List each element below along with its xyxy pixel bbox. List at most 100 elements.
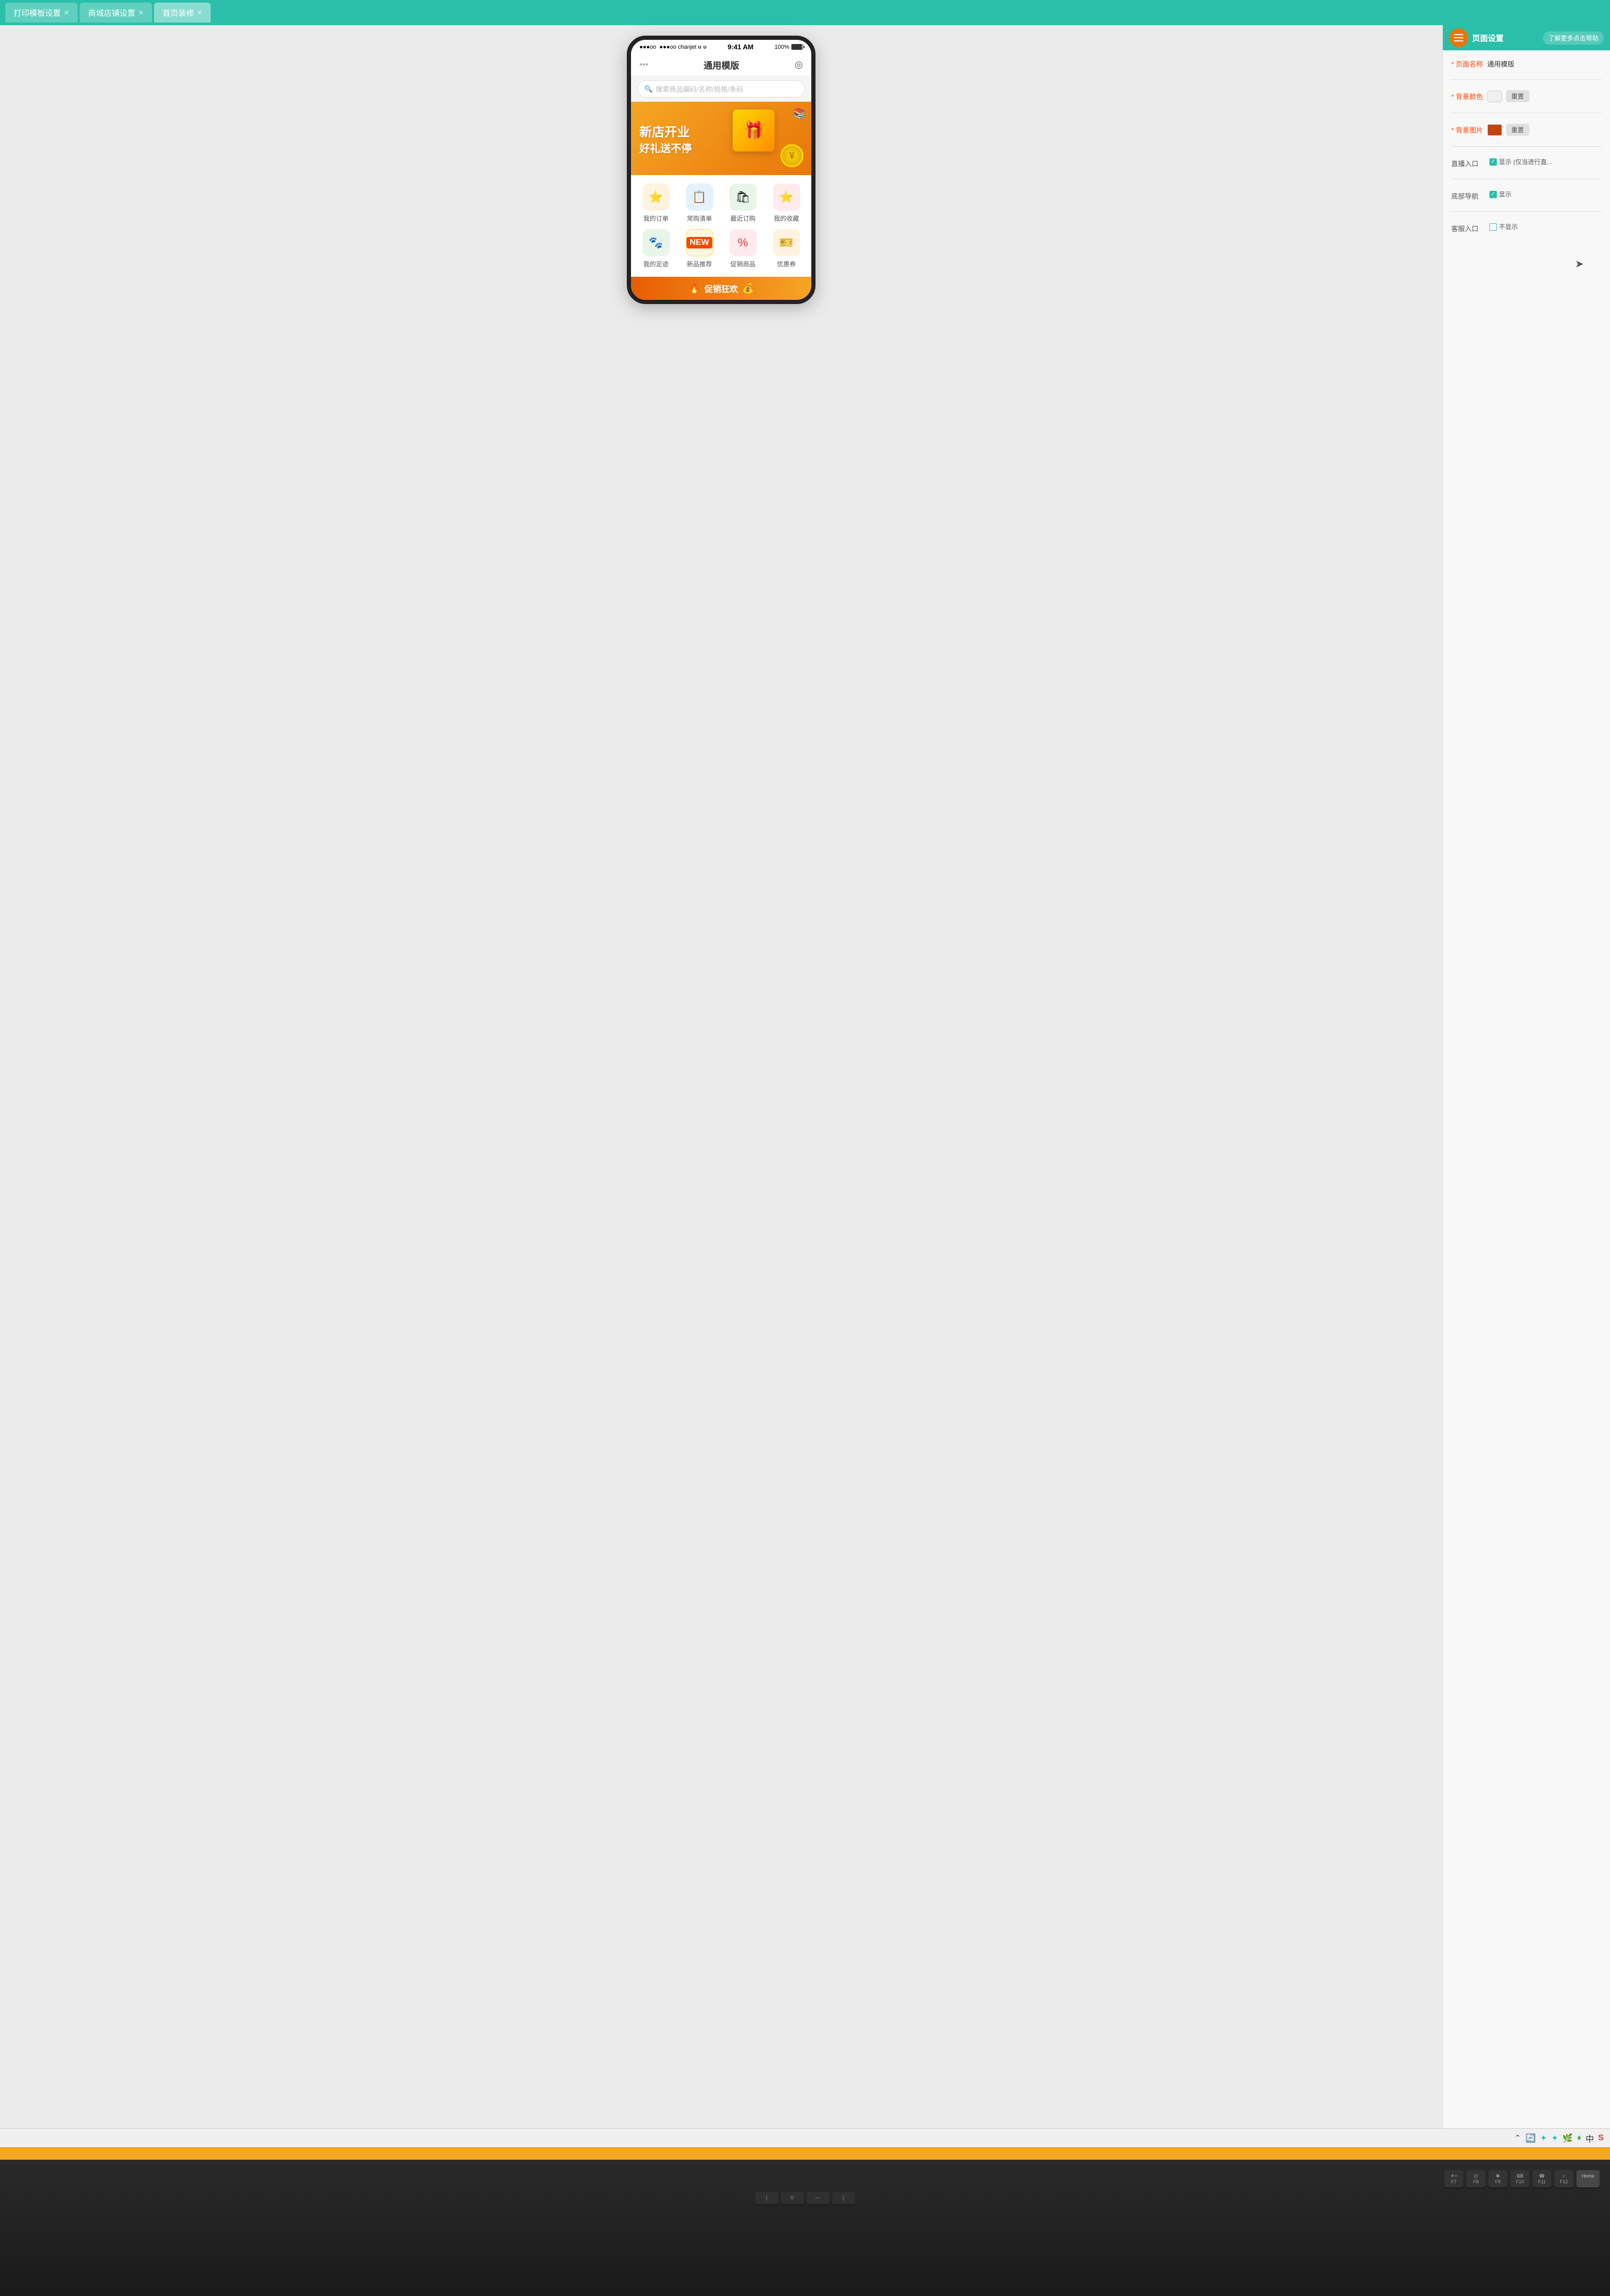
- key-f12[interactable]: ☆F12: [1554, 2170, 1573, 2187]
- wifi-icon: ᲼ᵾ: [703, 44, 706, 50]
- hamburger-line: [1454, 40, 1463, 41]
- key-home[interactable]: Home: [1576, 2170, 1600, 2187]
- search-box[interactable]: 🔍 搜索商品编码/名称/规格/条码: [637, 80, 805, 98]
- menu-item-recent-orders[interactable]: 🛍 最近订购: [722, 183, 764, 223]
- taskbar-refresh-icon[interactable]: 🔄: [1525, 2133, 1536, 2143]
- bottom-nav-show-option[interactable]: ✓ 显示: [1489, 190, 1511, 199]
- menu-item-my-orders[interactable]: ⭐ 我的订单: [635, 183, 677, 223]
- bg-image-row: * 背景图片 重置: [1451, 124, 1602, 136]
- menu-item-footprint[interactable]: 🐾 我的足迹: [635, 229, 677, 268]
- customer-service-content: 不显示: [1489, 222, 1518, 231]
- menu-item-favorites[interactable]: ⭐ 我的收藏: [766, 183, 807, 223]
- bottom-nav-content: ✓ 显示: [1489, 190, 1511, 199]
- key-f10[interactable]: ⌨F10: [1510, 2170, 1529, 2187]
- favorites-icon-wrapper: ⭐: [773, 183, 800, 211]
- settings-bottom-area: ➤: [1443, 242, 1610, 2147]
- menu-item-new-products[interactable]: NEW 新品推荐: [679, 229, 720, 268]
- header-icons: ◎: [795, 59, 803, 70]
- promo-icon-wrapper: %: [730, 229, 757, 256]
- dots-icon: •••: [639, 60, 648, 70]
- search-placeholder: 搜索商品编码/名称/规格/条码: [656, 84, 743, 94]
- customer-service-hide-label: 不显示: [1499, 222, 1518, 231]
- phone-mockup: ●●●oo ●●●oo chanjet ᵾ ᲼ᵾ 9:41 AM 100% ••…: [627, 36, 815, 304]
- coupons-label: 优惠券: [777, 259, 796, 268]
- banner-decoration: 🎁 ¥ 📚: [717, 102, 811, 175]
- help-button[interactable]: 了解更多点击帮助: [1543, 31, 1604, 45]
- cursor-arrow: ➤: [1575, 257, 1584, 270]
- menu-item-promo[interactable]: % 促销商品: [722, 229, 764, 268]
- battery-icon: [791, 44, 803, 50]
- status-right: 100%: [775, 44, 803, 50]
- tab-store-settings[interactable]: 商城店铺设置 ✕: [80, 3, 152, 23]
- hamburger-button[interactable]: [1449, 28, 1468, 47]
- footprint-icon: 🐾: [643, 229, 670, 256]
- right-top-bar: 页面设置 了解更多点击帮助: [1443, 25, 1610, 50]
- key-misc4[interactable]: (: [832, 2192, 855, 2204]
- direct-entry-row: 直播入口 ✓ 显示 (仅当进行直...: [1451, 157, 1602, 168]
- gift-decoration: 🎁 ¥ 📚: [722, 107, 806, 170]
- fn-keys-row: ☀+F7 ⊡F8 ✱F9 ⌨F10 ☎F11 ☆F12 Home: [0, 2170, 1610, 2192]
- taskbar-star-icon[interactable]: ✦: [1540, 2133, 1547, 2143]
- bottom-nav-checkbox[interactable]: ✓: [1489, 191, 1497, 198]
- frequent-label: 常购清单: [687, 214, 712, 223]
- menu-item-coupons[interactable]: 🎫 优惠券: [766, 229, 807, 268]
- new-products-icon-wrapper: NEW: [686, 229, 713, 256]
- key-f7[interactable]: ☀+F7: [1444, 2170, 1463, 2187]
- quick-menu: ⭐ 我的订单 📋 常购清单: [631, 175, 811, 277]
- taskbar-star2-icon[interactable]: ✦: [1551, 2133, 1558, 2143]
- tab-close-icon[interactable]: ✕: [64, 9, 69, 16]
- key-misc1[interactable]: ): [755, 2192, 778, 2204]
- divider: [1451, 146, 1602, 147]
- divider: [1451, 211, 1602, 212]
- status-bar: ●●●oo ●●●oo chanjet ᵾ ᲼ᵾ 9:41 AM 100%: [631, 40, 811, 54]
- favorites-label: 我的收藏: [774, 214, 799, 223]
- recent-orders-icon-wrapper: 🛍: [730, 183, 757, 211]
- app-header: ••• 通用模版 ◎: [631, 54, 811, 76]
- taskbar-language-icon[interactable]: 中: [1585, 2132, 1594, 2145]
- promo-banner-image: 新店开业 好礼送不停 🎁 ¥ 📚: [631, 102, 811, 175]
- search-area: 🔍 搜索商品编码/名称/规格/条码: [631, 76, 811, 102]
- key-f9[interactable]: ✱F9: [1488, 2170, 1507, 2187]
- bg-image-swatch[interactable]: [1487, 124, 1502, 136]
- customer-service-hide-option[interactable]: 不显示: [1489, 222, 1518, 231]
- tab-print-settings[interactable]: 打印模板设置 ✕: [5, 3, 78, 23]
- customer-service-checkbox[interactable]: [1489, 223, 1497, 231]
- tab-close-icon[interactable]: ✕: [197, 9, 202, 16]
- bg-color-swatch[interactable]: [1487, 91, 1502, 102]
- key-misc2[interactable]: 0: [781, 2192, 804, 2204]
- left-panel: ●●●oo ●●●oo chanjet ᵾ ᲼ᵾ 9:41 AM 100% ••…: [0, 25, 1442, 2147]
- checkmark-icon: ✓: [1491, 191, 1495, 197]
- taskbar-diamond-icon[interactable]: ♦: [1577, 2133, 1581, 2143]
- hamburger-line: [1454, 37, 1463, 38]
- taskbar-icons: ⌃ 🔄 ✦ ✦ 🌿 ♦ 中 S: [1514, 2132, 1604, 2145]
- bg-image-reset-button[interactable]: 重置: [1506, 124, 1529, 136]
- recent-orders-icon: 🛍: [730, 183, 757, 211]
- menu-grid: ⭐ 我的订单 📋 常购清单: [635, 183, 807, 268]
- app-title: 通用模版: [648, 58, 795, 71]
- key-f11[interactable]: ☎F11: [1532, 2170, 1551, 2187]
- carrier-name: ●●●oo chanjet ᵾ: [659, 44, 701, 50]
- direct-entry-show-option[interactable]: ✓ 显示 (仅当进行直...: [1489, 157, 1552, 166]
- key-f8[interactable]: ⊡F8: [1466, 2170, 1485, 2187]
- frequent-icon-wrapper: 📋: [686, 183, 713, 211]
- taskbar-chevron-up[interactable]: ⌃: [1514, 2133, 1521, 2143]
- direct-entry-checkbox[interactable]: ✓: [1489, 158, 1497, 166]
- bg-color-row: * 背景颜色 重置: [1451, 90, 1602, 102]
- signal-dots: ●●●oo: [639, 44, 656, 50]
- taskbar-leaf-icon[interactable]: 🌿: [1562, 2133, 1573, 2143]
- banner-container: ⛶ 新店开业 好礼送不停 🎁 ¥ 📚: [631, 102, 811, 175]
- search-icon: 🔍: [644, 85, 652, 93]
- keyboard-keys: ☀+F7 ⊡F8 ✱F9 ⌨F10 ☎F11 ☆F12 Home ) 0 — (: [0, 2170, 1610, 2204]
- taskbar-s-icon[interactable]: S: [1598, 2133, 1604, 2143]
- new-products-label: 新品推荐: [687, 259, 712, 268]
- my-orders-icon: ⭐: [643, 183, 670, 211]
- page-name-row: * 页面名称 通用模版: [1451, 59, 1602, 69]
- key-misc3[interactable]: —: [807, 2192, 830, 2204]
- bg-color-reset-button[interactable]: 重置: [1506, 90, 1529, 102]
- promo-text: 促销狂欢: [704, 282, 738, 295]
- tab-close-icon[interactable]: ✕: [138, 9, 144, 16]
- tab-homepage-decor[interactable]: 首页装修 ✕: [154, 3, 211, 23]
- target-icon: ◎: [795, 59, 803, 70]
- settings-body: * 页面名称 通用模版 * 背景颜色 重置 * 背景图片 重置 直播入口: [1443, 50, 1610, 242]
- menu-item-frequent[interactable]: 📋 常购清单: [679, 183, 720, 223]
